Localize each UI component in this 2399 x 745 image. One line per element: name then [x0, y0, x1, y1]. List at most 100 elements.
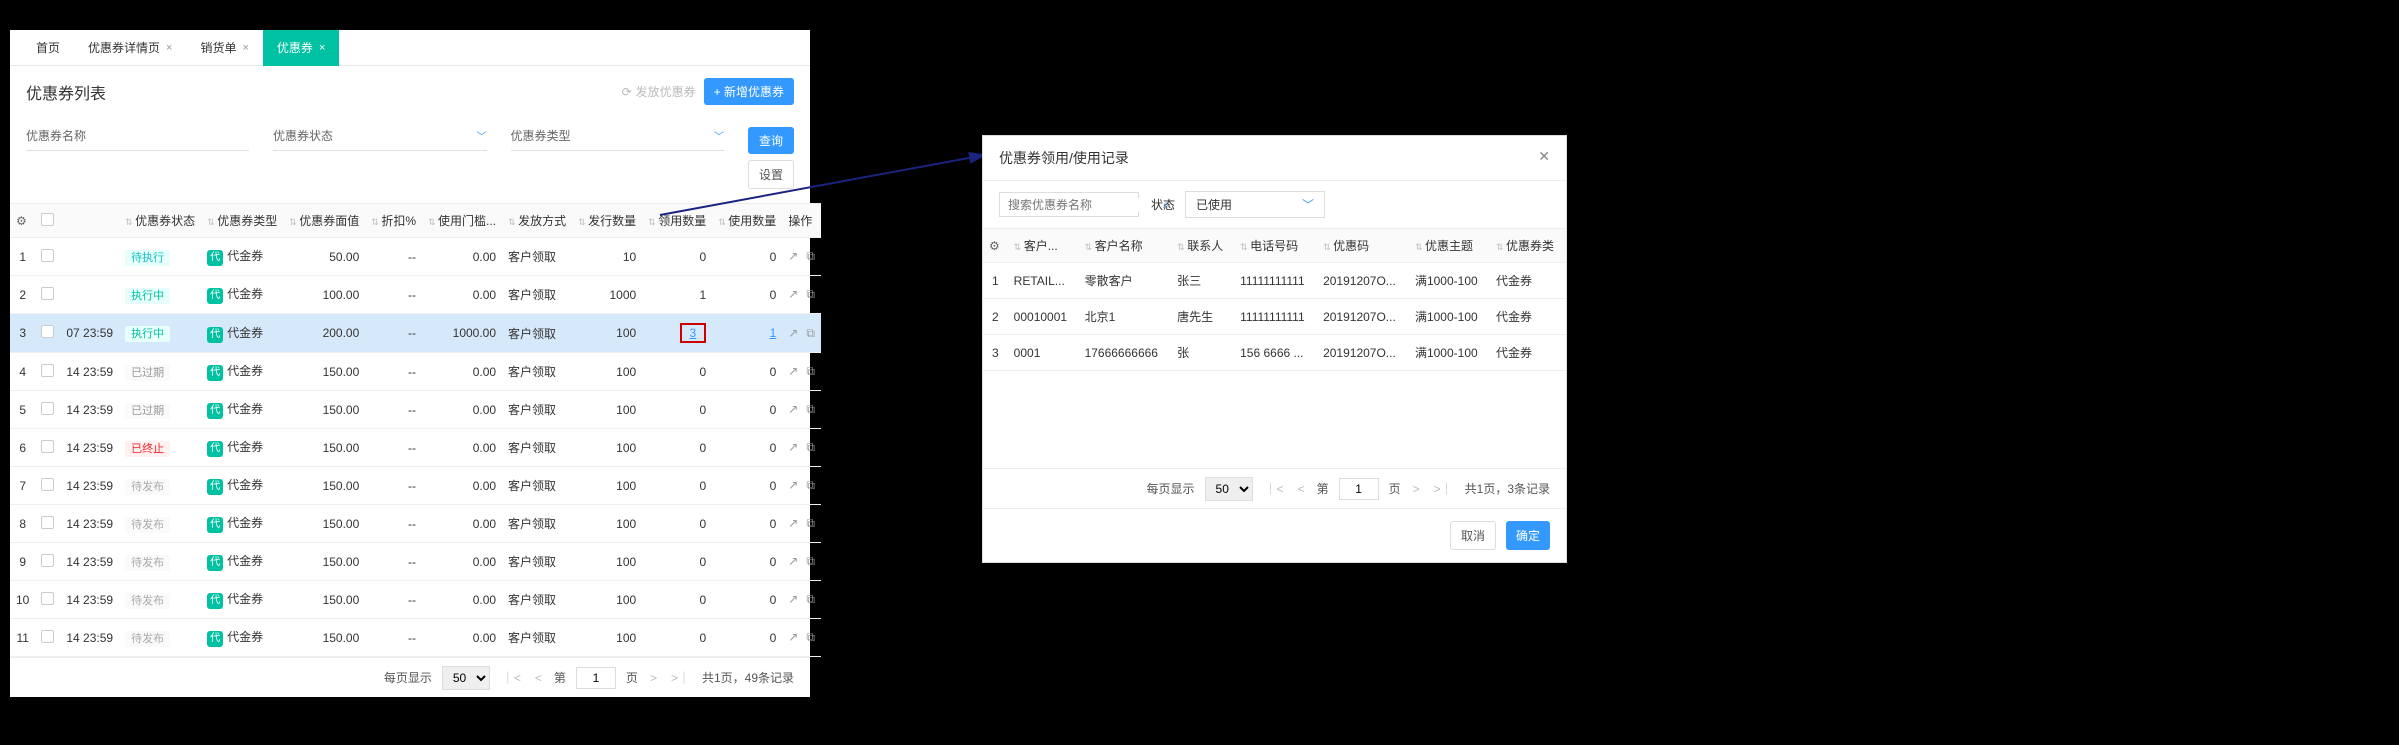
qrcode-icon[interactable]: ⧉: [806, 516, 815, 531]
perpage-select[interactable]: 50: [1205, 477, 1253, 501]
share-icon[interactable]: ↗: [788, 249, 798, 264]
claim-link[interactable]: 3: [690, 326, 697, 340]
row-check[interactable]: [35, 467, 60, 505]
table-row[interactable]: 1 待执行 代代金券 50.00 -- 0.00 客户领取 10 0 0 ↗⧉: [10, 238, 821, 276]
col-method[interactable]: 发放方式: [502, 204, 572, 238]
share-icon[interactable]: ↗: [788, 402, 798, 417]
checkbox-all[interactable]: [41, 213, 54, 226]
name-input[interactable]: [94, 129, 249, 143]
qrcode-icon[interactable]: ⧉: [806, 287, 815, 302]
qrcode-icon[interactable]: ⧉: [806, 630, 815, 645]
add-coupon-button[interactable]: + 新增优惠券: [704, 78, 794, 105]
col-face[interactable]: 优惠券面值: [283, 204, 365, 238]
row-check[interactable]: [35, 353, 60, 391]
row-check[interactable]: [35, 619, 60, 657]
close-icon[interactable]: ✕: [1538, 148, 1550, 168]
col-discount[interactable]: 折扣%: [365, 204, 422, 238]
first-page-icon[interactable]: ｜<: [500, 669, 523, 686]
col-threshold[interactable]: 使用门槛...: [422, 204, 502, 238]
col-gear[interactable]: ⚙: [983, 229, 1008, 263]
col-topic[interactable]: 优惠主题: [1409, 229, 1490, 263]
table-row[interactable]: 4 14 23:59 已过期 代代金券 150.00 -- 0.00 客户领取 …: [10, 353, 821, 391]
table-row[interactable]: 2 执行中 代代金券 100.00 -- 0.00 客户领取 1000 1 0 …: [10, 276, 821, 314]
settings-button[interactable]: 设置: [748, 160, 794, 189]
qrcode-icon[interactable]: ⧉: [806, 402, 815, 417]
last-page-icon[interactable]: >｜: [669, 669, 692, 686]
filter-name[interactable]: 优惠券名称: [26, 127, 249, 151]
share-icon[interactable]: ↗: [788, 287, 798, 302]
qrcode-icon[interactable]: ⧉: [806, 478, 815, 493]
table-row[interactable]: 7 14 23:59 待发布 代代金券 150.00 -- 0.00 客户领取 …: [10, 467, 821, 505]
share-icon[interactable]: ↗: [788, 592, 798, 607]
table-row[interactable]: 2 00010001 北京1 唐先生 11111111111 20191207O…: [983, 299, 1566, 335]
search-input[interactable]: [1008, 198, 1163, 212]
col-phone[interactable]: 电话号码: [1234, 229, 1317, 263]
row-check[interactable]: [35, 581, 60, 619]
col-type[interactable]: 优惠券类型: [201, 204, 283, 238]
col-use[interactable]: 使用数量: [712, 204, 782, 238]
qrcode-icon[interactable]: ⧉: [806, 554, 815, 569]
row-check[interactable]: [35, 238, 60, 276]
row-check[interactable]: [35, 314, 60, 353]
table-row[interactable]: 3 07 23:59 执行中 代代金券 200.00 -- 1000.00 客户…: [10, 314, 821, 353]
next-page-icon[interactable]: >: [648, 671, 659, 685]
coupon-search[interactable]: ⌕: [999, 192, 1139, 217]
tab-home[interactable]: 首页: [22, 30, 74, 66]
col-check[interactable]: [35, 204, 60, 238]
col-status[interactable]: 优惠券状态: [119, 204, 201, 238]
search-button[interactable]: 查询: [748, 127, 794, 154]
table-row[interactable]: 6 14 23:59 已终止 代代金券 150.00 -- 0.00 客户领取 …: [10, 429, 821, 467]
status-select[interactable]: 已使用 ﹀: [1185, 191, 1325, 218]
prev-page-icon[interactable]: <: [1296, 482, 1307, 496]
next-page-icon[interactable]: >: [1411, 482, 1422, 496]
last-page-icon[interactable]: >｜: [1432, 480, 1455, 497]
share-icon[interactable]: ↗: [788, 554, 798, 569]
filter-type[interactable]: 优惠券类型 ﹀: [511, 127, 724, 151]
row-check[interactable]: [35, 505, 60, 543]
qrcode-icon[interactable]: ⧉: [806, 592, 815, 607]
share-icon[interactable]: ↗: [788, 478, 798, 493]
row-check[interactable]: [35, 429, 60, 467]
use-link[interactable]: 1: [770, 326, 777, 340]
close-icon[interactable]: ×: [166, 42, 172, 54]
table-row[interactable]: 10 14 23:59 待发布 代代金券 150.00 -- 0.00 客户领取…: [10, 581, 821, 619]
col-gear[interactable]: ⚙: [10, 204, 35, 238]
table-row[interactable]: 11 14 23:59 待发布 代代金券 150.00 -- 0.00 客户领取…: [10, 619, 821, 657]
first-page-icon[interactable]: ｜<: [1263, 480, 1286, 497]
confirm-button[interactable]: 确定: [1506, 521, 1550, 550]
col-contact[interactable]: 联系人: [1171, 229, 1234, 263]
close-icon[interactable]: ×: [242, 42, 248, 54]
share-icon[interactable]: ↗: [788, 326, 798, 341]
col-issue[interactable]: 发行数量: [572, 204, 642, 238]
tab-sales-order[interactable]: 销货单×: [186, 30, 262, 66]
page-input[interactable]: [1339, 478, 1379, 500]
table-row[interactable]: 9 14 23:59 待发布 代代金券 150.00 -- 0.00 客户领取 …: [10, 543, 821, 581]
col-customer-name[interactable]: 客户名称: [1079, 229, 1172, 263]
table-row[interactable]: 8 14 23:59 待发布 代代金券 150.00 -- 0.00 客户领取 …: [10, 505, 821, 543]
col-claim[interactable]: 领用数量: [642, 204, 712, 238]
table-row[interactable]: 3 0001 17666666666 张 156 6666 ... 201912…: [983, 335, 1566, 371]
qrcode-icon[interactable]: ⧉: [806, 326, 815, 341]
tab-coupon[interactable]: 优惠券×: [263, 30, 339, 66]
perpage-select[interactable]: 50: [442, 666, 490, 690]
row-check[interactable]: [35, 276, 60, 314]
share-icon[interactable]: ↗: [788, 630, 798, 645]
table-row[interactable]: 1 RETAIL... 零散客户 张三 11111111111 20191207…: [983, 263, 1566, 299]
prev-page-icon[interactable]: <: [533, 671, 544, 685]
qrcode-icon[interactable]: ⧉: [806, 364, 815, 379]
share-icon[interactable]: ↗: [788, 440, 798, 455]
row-check[interactable]: [35, 543, 60, 581]
filter-status[interactable]: 优惠券状态 ﹀: [273, 127, 486, 151]
tab-coupon-detail[interactable]: 优惠券详情页×: [74, 30, 186, 66]
col-type[interactable]: 优惠券类: [1490, 229, 1566, 263]
col-customer-code[interactable]: 客户...: [1008, 229, 1079, 263]
share-icon[interactable]: ↗: [788, 364, 798, 379]
table-row[interactable]: 5 14 23:59 已过期 代代金券 150.00 -- 0.00 客户领取 …: [10, 391, 821, 429]
col-code[interactable]: 优惠码: [1317, 229, 1409, 263]
qrcode-icon[interactable]: ⧉: [806, 440, 815, 455]
gear-icon[interactable]: ⚙: [989, 239, 1000, 253]
share-icon[interactable]: ↗: [788, 516, 798, 531]
close-icon[interactable]: ×: [319, 42, 325, 54]
gear-icon[interactable]: ⚙: [16, 214, 27, 228]
page-input[interactable]: [576, 667, 616, 689]
